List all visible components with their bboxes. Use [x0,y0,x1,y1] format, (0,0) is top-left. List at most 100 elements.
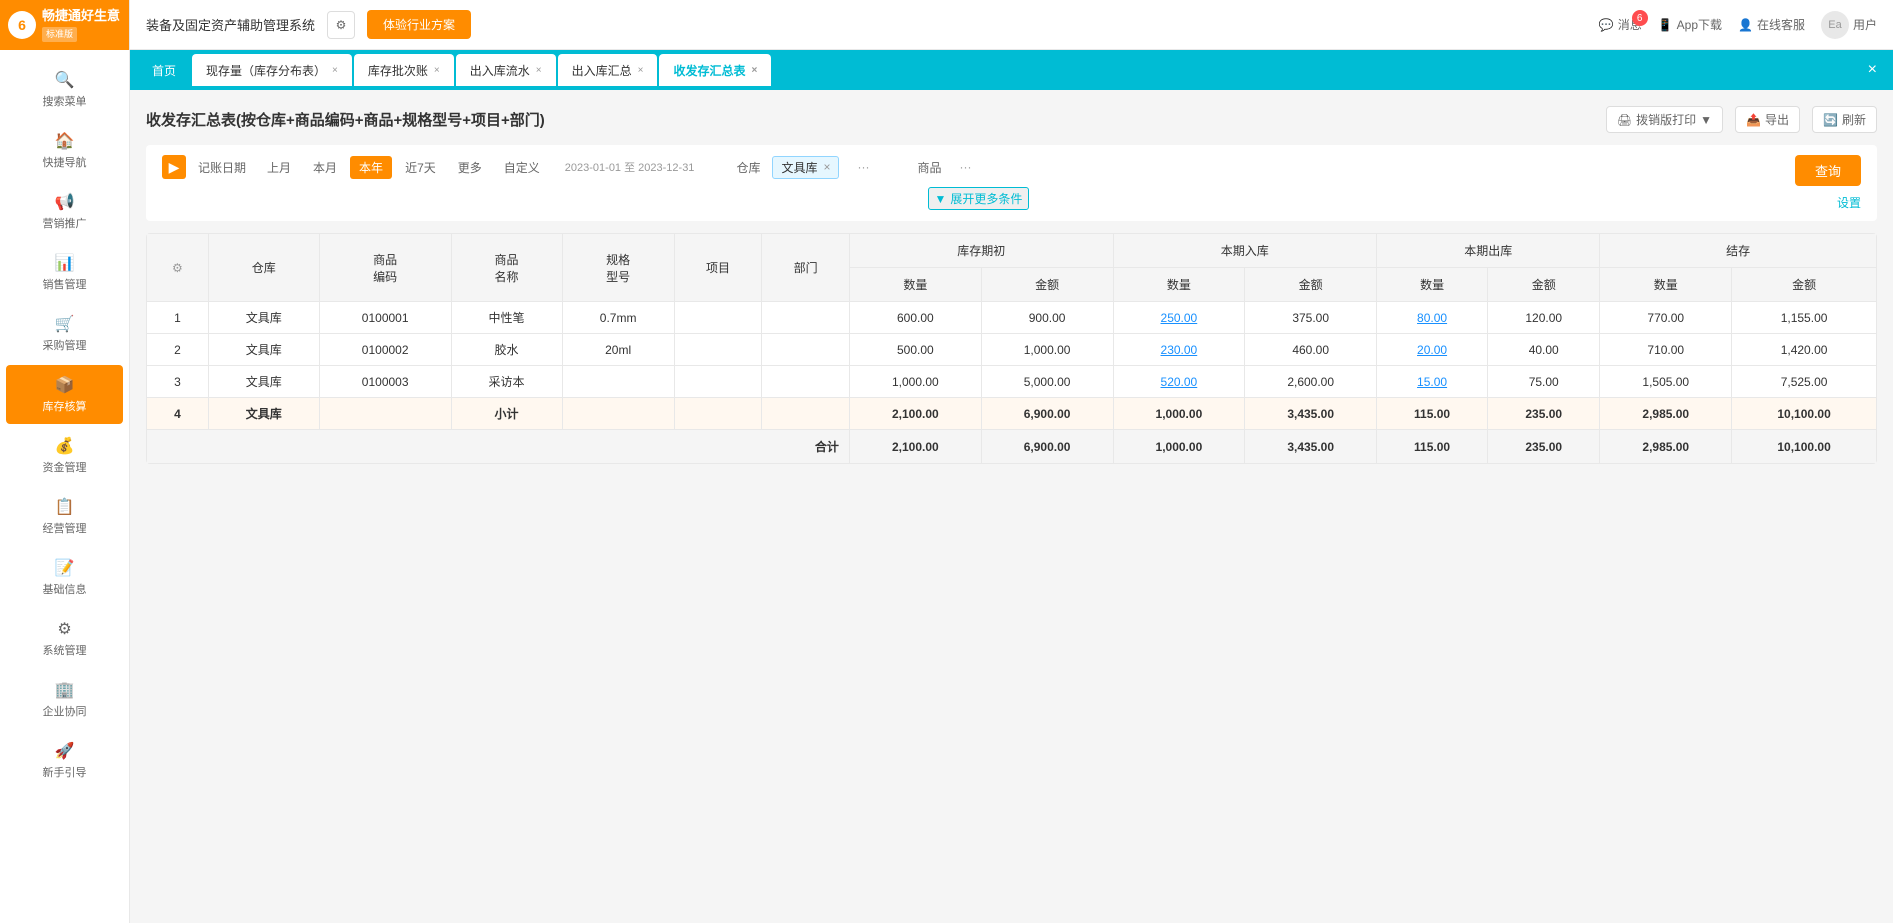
sidebar-label-system: 系统管理 [43,642,87,658]
cell-closing-qty: 710.00 [1600,334,1732,366]
cell-opening-qty: 1,000.00 [849,366,981,398]
online-service-item[interactable]: 👤 在线客服 [1738,16,1805,33]
sidebar-item-quick-nav[interactable]: 🏠快捷导航 [6,121,123,180]
tab-close-inout-summary[interactable]: × [638,65,644,76]
tab-label-receive-summary: 收发存汇总表 [673,62,745,79]
warehouse-tag-close[interactable]: × [823,160,830,174]
sidebar-label-search: 搜索菜单 [43,93,87,109]
sidebar-item-base-info[interactable]: 📝基础信息 [6,548,123,607]
date-btn-more[interactable]: 更多 [449,156,491,179]
sidebar-label-sales: 销售管理 [43,276,87,292]
query-button[interactable]: 查询 [1795,155,1861,186]
sidebar-item-search[interactable]: 🔍搜索菜单 [6,60,123,119]
goods-ellipsis[interactable]: ··· [954,158,978,176]
print-icon: 🖨 [1617,113,1632,127]
sidebar-icon-enterprise: 🏢 [55,680,75,700]
warehouse-ellipsis[interactable]: ··· [851,158,875,176]
tab-inout-summary[interactable]: 出入库汇总 × [558,54,658,86]
tab-label-inout-summary: 出入库汇总 [572,62,632,79]
footer-out-amount: 235.00 [1488,430,1600,464]
cell-out-qty[interactable]: 15.00 [1377,366,1488,398]
export-button[interactable]: 📤 导出 [1735,106,1800,133]
cell-out-amount: 235.00 [1488,398,1600,430]
cell-in-qty[interactable]: 230.00 [1113,334,1245,366]
data-table: ⚙ 仓库 商品编码 商品名称 规格型号 项目 部门 库存期初 本期入库 本期出库… [146,233,1877,464]
download-icon: 📱 [1658,18,1673,32]
footer-closing-qty: 2,985.00 [1600,430,1732,464]
date-btn-last-month[interactable]: 上月 [258,156,300,179]
app-download-item[interactable]: 📱 App下载 [1658,16,1722,33]
sidebar-icon-guide: 🚀 [55,741,75,761]
message-badge: 6 [1632,10,1648,26]
date-btn-this-month[interactable]: 本月 [304,156,346,179]
th-warehouse: 仓库 [208,234,319,302]
sidebar-item-finance[interactable]: 💰资金管理 [6,426,123,485]
trial-button[interactable]: 体验行业方案 [367,10,471,39]
sidebar-icon-finance: 💰 [55,436,75,456]
cell-in-amount: 460.00 [1245,334,1377,366]
cell-department [762,302,850,334]
sidebar-item-purchase[interactable]: 🛒采购管理 [6,304,123,363]
print-button[interactable]: 🖨 拨销版打印 ▼ [1606,106,1723,133]
cell-goods-name: 小计 [451,398,562,430]
sidebar-item-operations[interactable]: 📋经营管理 [6,487,123,546]
settings-button[interactable]: ⚙ [327,11,355,39]
cell-in-qty: 1,000.00 [1113,398,1245,430]
tab-close-receive-summary[interactable]: × [751,65,757,76]
sidebar-item-enterprise[interactable]: 🏢 企业协同 [6,670,123,729]
th-settings[interactable]: ⚙ [147,234,209,302]
th-opening-qty: 数量 [849,268,981,302]
tab-bar-close[interactable]: × [1860,61,1885,79]
warehouse-tag[interactable]: 文具库 × [772,156,839,179]
tab-inventory-dist[interactable]: 现存量（库存分布表） × [192,54,352,86]
sidebar-item-inventory[interactable]: 📦库存核算 [6,365,123,424]
date-btn-7days[interactable]: 近7天 [396,156,445,179]
page-title-bar: 收发存汇总表(按仓库+商品编码+商品+规格型号+项目+部门) 🖨 拨销版打印 ▼… [146,106,1877,133]
tab-batch-ledger[interactable]: 库存批次账× [354,54,454,86]
tab-inout-flow[interactable]: 出入库流水× [456,54,556,86]
cell-in-qty[interactable]: 250.00 [1113,302,1245,334]
sidebar-item-sales[interactable]: 📊销售管理 [6,243,123,302]
cell-department [762,398,850,430]
sidebar-label-enterprise: 企业协同 [43,703,87,719]
tab-close-batch-ledger[interactable]: × [434,65,440,76]
cell-closing-amount: 10,100.00 [1732,398,1877,430]
settings-link[interactable]: 设置 [1837,194,1861,211]
cell-goods-code: 0100001 [319,302,451,334]
sidebar-icon-quick-nav: 🏠 [55,131,75,151]
cell-in-qty[interactable]: 520.00 [1113,366,1245,398]
cell-out-qty[interactable]: 80.00 [1377,302,1488,334]
sidebar-item-marketing[interactable]: 📢营销推广 [6,182,123,241]
th-goods-spec: 规格型号 [562,234,674,302]
cell-in-amount: 3,435.00 [1245,398,1377,430]
message-icon: 💬 [1599,18,1614,32]
filter-toggle-btn[interactable]: ▶ [162,155,186,179]
expand-conditions-btn[interactable]: ▼ 展开更多条件 [928,187,1030,210]
cell-goods-code: 0100003 [319,366,451,398]
tab-label-inventory-dist: 现存量（库存分布表） [206,62,326,79]
logo-icon: 6 [8,11,36,39]
cell-goods-spec: 20ml [562,334,674,366]
cell-index: 2 [147,334,209,366]
sidebar-item-guide[interactable]: 🚀 新手引导 [6,731,123,790]
message-item[interactable]: 💬 消息 6 [1599,16,1642,33]
tab-home[interactable]: 首页 [138,54,190,86]
cell-in-amount: 375.00 [1245,302,1377,334]
sidebar-icon-operations: 📋 [55,497,75,517]
sidebar-label-guide: 新手引导 [43,764,87,780]
tab-receive-summary[interactable]: 收发存汇总表 × [659,54,771,86]
sidebar-item-system[interactable]: ⚙系统管理 [6,609,123,668]
footer-opening-amount: 6,900.00 [981,430,1113,464]
cell-out-amount: 40.00 [1488,334,1600,366]
sidebar-label-base-info: 基础信息 [43,581,87,597]
tab-close-inventory-dist[interactable]: × [332,65,338,76]
tab-close-inout-flow[interactable]: × [536,65,542,76]
date-btn-custom[interactable]: 自定义 [495,156,549,179]
th-in-amount: 金额 [1245,268,1377,302]
user-item[interactable]: Ea 用户 [1821,11,1877,39]
cell-project [674,366,762,398]
sidebar-nav: 🔍搜索菜单🏠快捷导航📢营销推广📊销售管理🛒采购管理📦库存核算💰资金管理📋经营管理… [0,50,129,923]
date-btn-this-year[interactable]: 本年 [350,156,392,179]
cell-out-qty[interactable]: 20.00 [1377,334,1488,366]
refresh-button[interactable]: 🔄 刷新 [1812,106,1877,133]
